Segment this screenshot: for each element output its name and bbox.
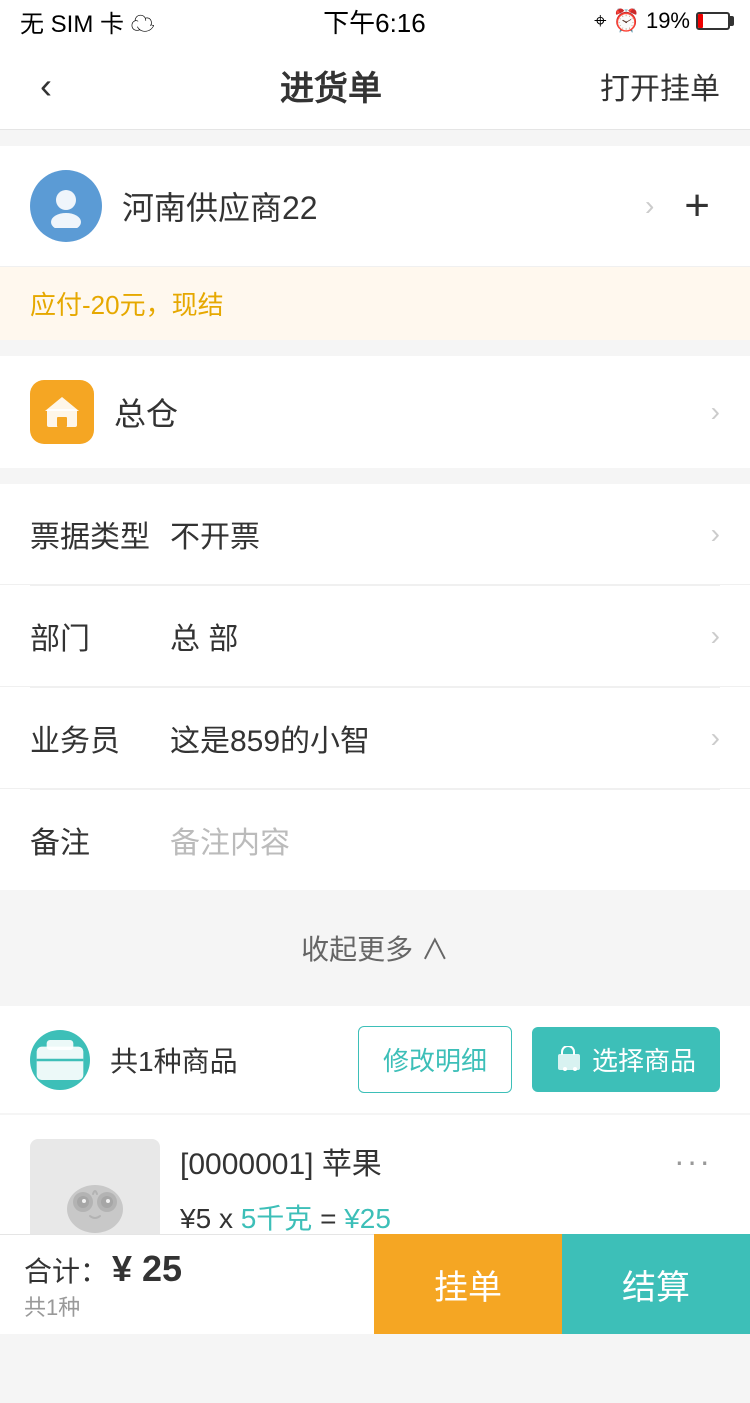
remark-placeholder: 备注内容 <box>170 818 720 862</box>
notice-bar: 应付-20元，现结 <box>0 267 750 340</box>
edit-detail-button[interactable]: 修改明细 <box>358 1026 512 1093</box>
owl-logo <box>55 1164 135 1244</box>
invoice-chevron-icon: › <box>711 518 720 550</box>
supplier-avatar <box>30 170 102 242</box>
pending-button[interactable]: 挂单 <box>374 1234 562 1334</box>
invoice-label: 票据类型 <box>30 512 170 556</box>
remark-label: 备注 <box>30 818 170 862</box>
dept-chevron-icon: › <box>711 620 720 652</box>
total-sub: 共1种 <box>24 1290 350 1322</box>
footer-total: 合计： ¥ 25 共1种 <box>0 1234 374 1334</box>
page-title: 进货单 <box>280 61 382 110</box>
product-info: [0000001] 苹果 ¥5 x 5千克 = ¥25 <box>180 1139 646 1237</box>
status-left: 无 SIM 卡 ☁ <box>20 4 155 39</box>
dept-value: 总 部 <box>170 614 711 658</box>
total-label: 合计： <box>24 1250 108 1290</box>
product-more-button[interactable]: ··· <box>666 1139 720 1184</box>
supplier-name: 河南供应商22 <box>122 183 645 229</box>
total-amount: ¥ 25 <box>112 1248 182 1290</box>
price-equals: = <box>320 1203 344 1234</box>
remark-row[interactable]: 备注 备注内容 <box>0 790 750 890</box>
add-button[interactable]: + <box>674 184 720 228</box>
open-pending-button[interactable]: 打开挂单 <box>600 64 720 108</box>
supplier-chevron-icon: › <box>645 190 654 222</box>
dept-label: 部门 <box>30 614 170 658</box>
supplier-row[interactable]: 河南供应商22 › + <box>0 146 750 267</box>
invoice-row[interactable]: 票据类型 不开票 › <box>0 484 750 585</box>
back-button[interactable]: ‹ <box>30 55 62 117</box>
product-title: 苹果 <box>322 1148 382 1181</box>
salesman-value: 这是859的小智 <box>170 716 711 760</box>
battery-icon <box>696 12 730 30</box>
form-section: 票据类型 不开票 › 部门 总 部 › 业务员 这是859的小智 › 备注 备注… <box>0 484 750 890</box>
product-quantity: 5千克 <box>241 1203 313 1234</box>
cart-icon <box>556 1046 584 1074</box>
invoice-value: 不开票 <box>170 512 711 556</box>
alarm-icon: ⏰ <box>613 8 640 34</box>
warehouse-name: 总仓 <box>114 389 711 435</box>
status-time: 下午6:16 <box>323 3 426 40</box>
dept-row[interactable]: 部门 总 部 › <box>0 586 750 687</box>
select-product-label: 选择商品 <box>592 1041 696 1078</box>
product-name: [0000001] 苹果 <box>180 1139 646 1183</box>
product-price-row: ¥5 x 5千克 = ¥25 <box>180 1197 646 1237</box>
warehouse-icon <box>30 380 94 444</box>
salesman-label: 业务员 <box>30 716 170 760</box>
price-multiply: x <box>219 1203 241 1234</box>
salesman-row[interactable]: 业务员 这是859的小智 › <box>0 688 750 789</box>
location-icon: ⌖ <box>594 8 606 34</box>
settle-button[interactable]: 结算 <box>562 1234 750 1334</box>
supplier-section: 河南供应商22 › + 应付-20元，现结 <box>0 146 750 340</box>
nav-bar: ‹ 进货单 打开挂单 <box>0 42 750 130</box>
unit-price: ¥5 <box>180 1203 211 1234</box>
product-header: 共1种商品 修改明细 选择商品 <box>0 1006 750 1113</box>
signal-text: 无 SIM 卡 ☁ <box>20 4 155 39</box>
product-icon <box>30 1030 90 1090</box>
footer: 合计： ¥ 25 共1种 挂单 结算 <box>0 1234 750 1334</box>
warehouse-chevron-icon: › <box>711 396 720 428</box>
salesman-chevron-icon: › <box>711 722 720 754</box>
collapse-button[interactable]: 收起更多 ∧ <box>0 906 750 990</box>
status-right: ⌖ ⏰ 19% <box>594 8 730 34</box>
product-code: [0000001] <box>180 1148 313 1181</box>
battery-text: 19% <box>646 8 690 34</box>
product-subtotal: ¥25 <box>344 1203 391 1234</box>
warehouse-section[interactable]: 总仓 › <box>0 356 750 468</box>
select-product-button[interactable]: 选择商品 <box>532 1027 720 1092</box>
status-bar: 无 SIM 卡 ☁ 下午6:16 ⌖ ⏰ 19% <box>0 0 750 42</box>
product-count: 共1种商品 <box>110 1040 338 1080</box>
